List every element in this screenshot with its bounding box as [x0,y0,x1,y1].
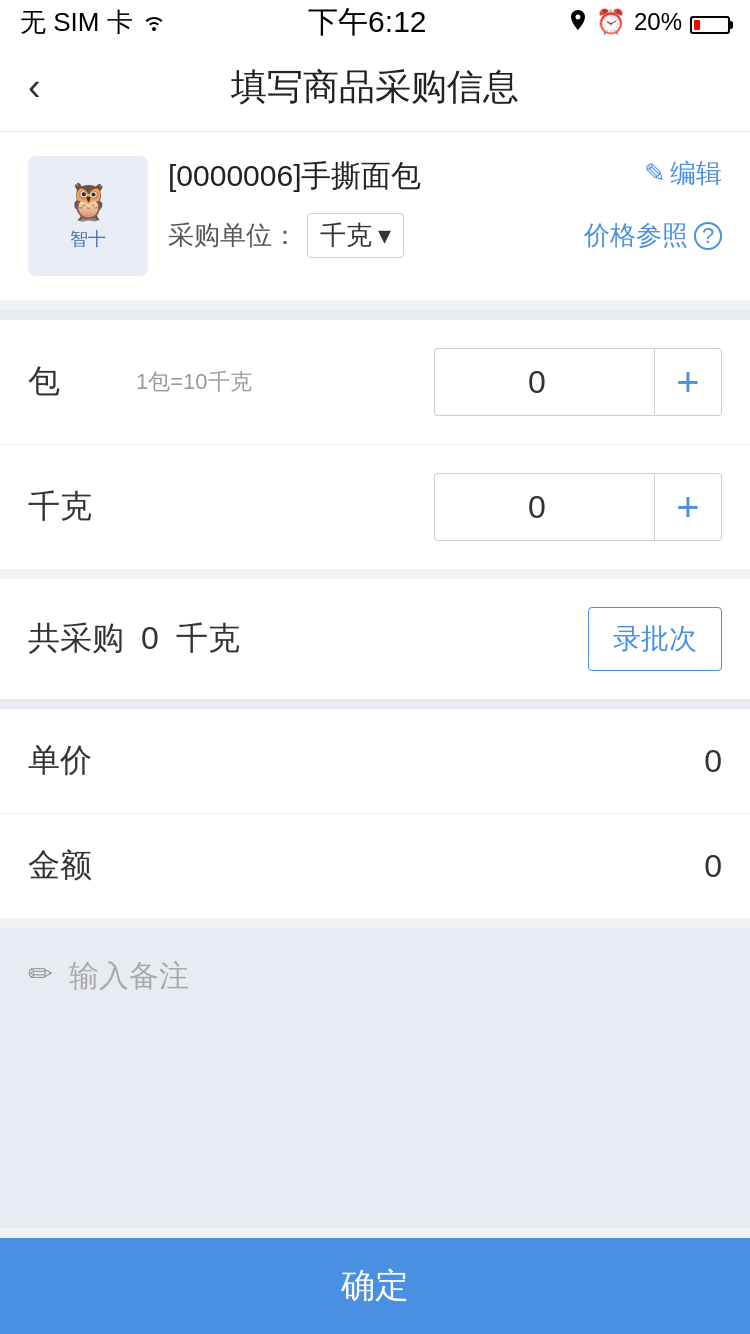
battery-icon [690,8,730,36]
unit-price-row: 单价 0 [0,709,750,814]
unit-price-value: 0 [704,743,722,780]
nav-bar: ‹ 填写商品采购信息 [0,44,750,132]
kg-label: 千克 [28,485,128,529]
unit-section: 采购单位： 千克 ▾ [168,213,404,258]
amount-label: 金额 [28,844,92,888]
summary-row: 共采购 0 千克 录批次 [0,579,750,699]
edit-icon: ✎ [644,158,666,189]
alarm-icon: ⏰ [596,8,626,36]
divider-1 [0,310,750,320]
summary-amount: 0 [141,620,159,656]
dropdown-arrow-icon: ▾ [378,220,391,251]
price-section: 单价 0 金额 0 [0,709,750,918]
bag-sublabel: 1包=10千克 [136,367,252,397]
product-info: [0000006]手撕面包 ✎ 编辑 采购单位： 千克 ▾ 价格参照 ? [168,156,722,258]
product-name-row: [0000006]手撕面包 ✎ 编辑 [168,156,722,197]
notes-section[interactable]: ✏ 输入备注 [0,928,750,1228]
info-icon: ? [694,222,722,250]
bag-quantity-input[interactable] [434,348,654,416]
pencil-icon: ✏ [28,956,53,991]
edit-button[interactable]: ✎ 编辑 [644,156,722,191]
product-name: [0000006]手撕面包 [168,156,421,197]
brand-text: 智十 [70,227,106,251]
unit-row: 采购单位： 千克 ▾ 价格参照 ? [168,213,722,258]
bag-label: 包 [28,360,128,404]
unit-price-label: 单价 [28,739,92,783]
record-batch-button[interactable]: 录批次 [588,607,722,671]
kg-quantity-control: + [434,473,722,541]
brand-logo-icon: 🦉 [66,181,111,223]
amount-row: 金额 0 [0,814,750,918]
status-right: ⏰ 20% [568,8,730,36]
product-thumbnail: 🦉 智十 [28,156,148,276]
location-icon [568,8,588,36]
form-section-quantities: 包 1包=10千克 + 千克 + [0,320,750,569]
wifi-icon [141,7,167,38]
amount-value: 0 [704,848,722,885]
bag-quantity-row: 包 1包=10千克 + [0,320,750,445]
kg-quantity-row: 千克 + [0,445,750,569]
unit-select[interactable]: 千克 ▾ [307,213,404,258]
confirm-label: 确定 [341,1263,409,1309]
price-ref-button[interactable]: 价格参照 ? [584,218,722,253]
bag-quantity-control: + [434,348,722,416]
back-button[interactable]: ‹ [28,66,41,109]
divider-2 [0,699,750,709]
confirm-button[interactable]: 确定 [0,1238,750,1334]
product-card: 🦉 智十 [0000006]手撕面包 ✎ 编辑 采购单位： 千克 ▾ 价格参照 … [0,132,750,300]
no-sim-text: 无 SIM 卡 [20,5,133,40]
unit-label: 采购单位： [168,220,298,250]
status-bar: 无 SIM 卡 下午6:12 ⏰ 20% [0,0,750,44]
battery-percent: 20% [634,8,682,36]
notes-placeholder: 输入备注 [69,956,189,997]
summary-text: 共采购 0 千克 [28,617,240,661]
status-left: 无 SIM 卡 [20,5,167,40]
page-title: 填写商品采购信息 [231,63,519,112]
status-time: 下午6:12 [308,2,426,43]
kg-quantity-input[interactable] [434,473,654,541]
kg-plus-button[interactable]: + [654,473,722,541]
bag-plus-button[interactable]: + [654,348,722,416]
